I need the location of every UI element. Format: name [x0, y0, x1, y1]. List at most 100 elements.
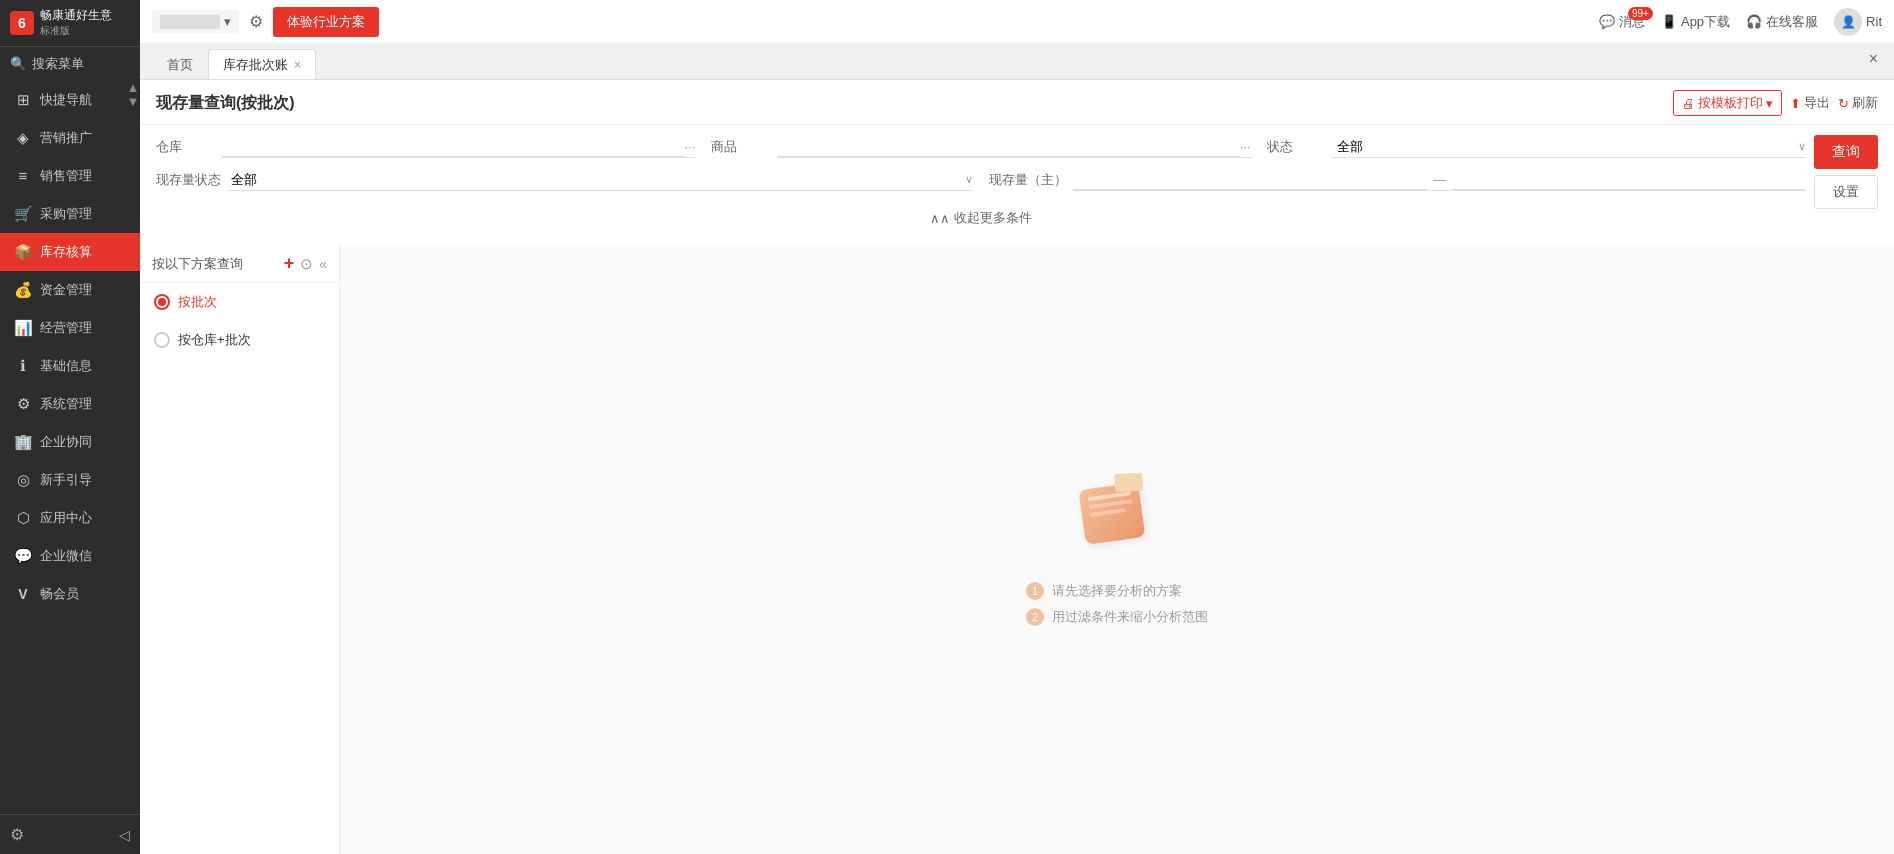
- industry-btn[interactable]: 体验行业方案: [273, 7, 379, 37]
- sidebar-item-label: 应用中心: [40, 509, 92, 527]
- topbar-settings-icon[interactable]: ⚙: [249, 12, 263, 31]
- app-center-icon: ⬡: [14, 509, 32, 527]
- sidebar-item-vip[interactable]: V 畅会员: [0, 575, 140, 613]
- topbar: ▾ ⚙ 体验行业方案 💬 消息 99+ 📱 App下载 🎧 在线客服: [140, 0, 1894, 44]
- print-icon: 🖨: [1682, 96, 1695, 111]
- sidebar-item-label: 营销推广: [40, 129, 92, 147]
- sidebar-item-finance[interactable]: 💰 资金管理: [0, 271, 140, 309]
- refresh-btn[interactable]: ↻ 刷新: [1838, 94, 1878, 112]
- user-menu[interactable]: 👤 Rit: [1834, 8, 1882, 36]
- inventory-status-arrow-icon: ∨: [965, 173, 973, 186]
- empty-hint-2: 2 用过滤条件来缩小分析范围: [1026, 608, 1208, 626]
- scheme-add-icon[interactable]: +: [284, 253, 295, 274]
- scrollbar-down[interactable]: ▼: [127, 95, 139, 109]
- scheme-collapse-icon[interactable]: «: [319, 256, 327, 272]
- warehouse-field: 仓库 ···: [156, 135, 695, 158]
- marketing-icon: ◈: [14, 129, 32, 147]
- data-area: 1 请先选择要分析的方案 2 用过滤条件来缩小分析范围: [340, 245, 1894, 854]
- main-close-icon[interactable]: ×: [1869, 50, 1878, 68]
- sidebar-item-app-center[interactable]: ⬡ 应用中心: [0, 499, 140, 537]
- tab-inventory-batch[interactable]: 库存批次账 ×: [208, 49, 316, 79]
- qty-from-input[interactable]: [1073, 168, 1427, 190]
- sidebar-item-label: 采购管理: [40, 205, 92, 223]
- sidebar-item-quick-nav[interactable]: ⊞ 快捷导航: [0, 81, 140, 119]
- finance-icon: 💰: [14, 281, 32, 299]
- scheme-settings-icon[interactable]: ⊙: [300, 255, 313, 273]
- inventory-icon: 📦: [14, 243, 32, 261]
- app-download-btn[interactable]: 📱 App下载: [1661, 13, 1730, 31]
- messages-btn[interactable]: 💬 消息 99+: [1599, 13, 1645, 31]
- sidebar-footer: ⚙ ◁: [0, 814, 140, 854]
- query-btn[interactable]: 查询: [1814, 135, 1878, 169]
- export-btn[interactable]: ⬆ 导出: [1790, 94, 1830, 112]
- collapse-btn[interactable]: ∧∧ 收起更多条件: [926, 205, 1036, 231]
- scheme-panel: 按以下方案查询 + ⊙ « 按批次 按仓库+批次: [140, 245, 340, 854]
- phone-icon: 📱: [1661, 14, 1677, 29]
- warehouse-input[interactable]: [222, 135, 684, 157]
- app-title: 畅康通好生意: [40, 8, 112, 24]
- tab-home[interactable]: 首页: [152, 49, 208, 79]
- status-arrow-icon: ∨: [1798, 140, 1806, 153]
- empty-hint-1: 1 请先选择要分析的方案: [1026, 582, 1208, 600]
- main-content: ▾ ⚙ 体验行业方案 💬 消息 99+ 📱 App下载 🎧 在线客服: [140, 0, 1894, 854]
- sidebar-item-enterprise-wechat[interactable]: 💬 企业微信: [0, 537, 140, 575]
- sidebar-item-inventory[interactable]: 📦 库存核算: [0, 233, 140, 271]
- tab-close-icon[interactable]: ×: [294, 58, 301, 72]
- warehouse-ellipsis[interactable]: ···: [684, 139, 695, 154]
- inventory-qty-field: 现存量（主） —: [989, 168, 1806, 191]
- scheme-radio-active: [154, 294, 170, 310]
- topbar-dropdown[interactable]: ▾: [152, 10, 239, 33]
- sidebar-search[interactable]: 🔍 搜索菜单: [0, 47, 140, 81]
- empty-icon: [1067, 466, 1167, 566]
- scheme-item-by-batch[interactable]: 按批次: [140, 283, 339, 321]
- refresh-icon: ↻: [1838, 96, 1849, 111]
- tabbar: 首页 库存批次账 × ×: [140, 44, 1894, 80]
- scheme-item-by-warehouse-batch[interactable]: 按仓库+批次: [140, 321, 339, 359]
- sidebar-collapse-icon[interactable]: ◁: [119, 827, 130, 843]
- product-input[interactable]: [777, 135, 1239, 157]
- sidebar-item-operations[interactable]: 📊 经营管理: [0, 309, 140, 347]
- message-icon: 💬: [1599, 14, 1615, 29]
- user-avatar: 👤: [1834, 8, 1862, 36]
- product-field: 商品 ···: [711, 135, 1250, 158]
- qty-to-input[interactable]: [1452, 168, 1806, 190]
- empty-text: 1 请先选择要分析的方案 2 用过滤条件来缩小分析范围: [1026, 582, 1208, 634]
- online-service-btn[interactable]: 🎧 在线客服: [1746, 13, 1818, 31]
- sidebar-item-label: 库存核算: [40, 243, 92, 261]
- print-btn[interactable]: 🖨 按模板打印 ▾: [1673, 90, 1782, 116]
- product-ellipsis[interactable]: ···: [1240, 139, 1251, 154]
- sidebar-item-system[interactable]: ⚙ 系统管理: [0, 385, 140, 423]
- sidebar-item-marketing[interactable]: ◈ 营销推广: [0, 119, 140, 157]
- sidebar-item-label: 企业协同: [40, 433, 92, 451]
- app-logo: 6: [10, 11, 34, 35]
- sidebar-item-label: 系统管理: [40, 395, 92, 413]
- sidebar-item-label: 销售管理: [40, 167, 92, 185]
- main-body: 按以下方案查询 + ⊙ « 按批次 按仓库+批次: [140, 245, 1894, 854]
- sidebar-item-label: 快捷导航: [40, 91, 92, 109]
- scrollbar-up[interactable]: ▲: [127, 81, 139, 95]
- sidebar-item-guide[interactable]: ◎ 新手引导: [0, 461, 140, 499]
- status-field: 状态 全部 正常 停用 ∨: [1267, 136, 1806, 158]
- page-header: 现存量查询(按批次) 🖨 按模板打印 ▾ ⬆ 导出 ↻ 刷新: [140, 80, 1894, 125]
- sidebar-item-sales[interactable]: ≡ 销售管理: [0, 157, 140, 195]
- quick-nav-icon: ⊞: [14, 91, 32, 109]
- inventory-status-select[interactable]: 全部: [227, 169, 965, 190]
- filter-area: 仓库 ··· 商品 ···: [140, 125, 1894, 245]
- collapse-up-icon: ∧∧: [930, 211, 950, 226]
- guide-icon: ◎: [14, 471, 32, 489]
- operations-icon: 📊: [14, 319, 32, 337]
- print-dropdown-arrow[interactable]: ▾: [1766, 96, 1773, 111]
- sidebar-item-purchase[interactable]: 🛒 采购管理: [0, 195, 140, 233]
- headset-icon: 🎧: [1746, 14, 1762, 29]
- sidebar-item-basic-info[interactable]: ℹ 基础信息: [0, 347, 140, 385]
- sidebar-settings-icon[interactable]: ⚙: [10, 825, 24, 844]
- filter-settings-btn[interactable]: 设置: [1814, 175, 1878, 209]
- sales-icon: ≡: [14, 167, 32, 185]
- purchase-icon: 🛒: [14, 205, 32, 223]
- page-title: 现存量查询(按批次): [156, 93, 295, 114]
- basic-info-icon: ℹ: [14, 357, 32, 375]
- sidebar-item-enterprise[interactable]: 🏢 企业协同: [0, 423, 140, 461]
- status-select[interactable]: 全部 正常 停用: [1333, 136, 1798, 157]
- empty-state: 1 请先选择要分析的方案 2 用过滤条件来缩小分析范围: [1026, 466, 1208, 634]
- sidebar-item-label: 新手引导: [40, 471, 92, 489]
